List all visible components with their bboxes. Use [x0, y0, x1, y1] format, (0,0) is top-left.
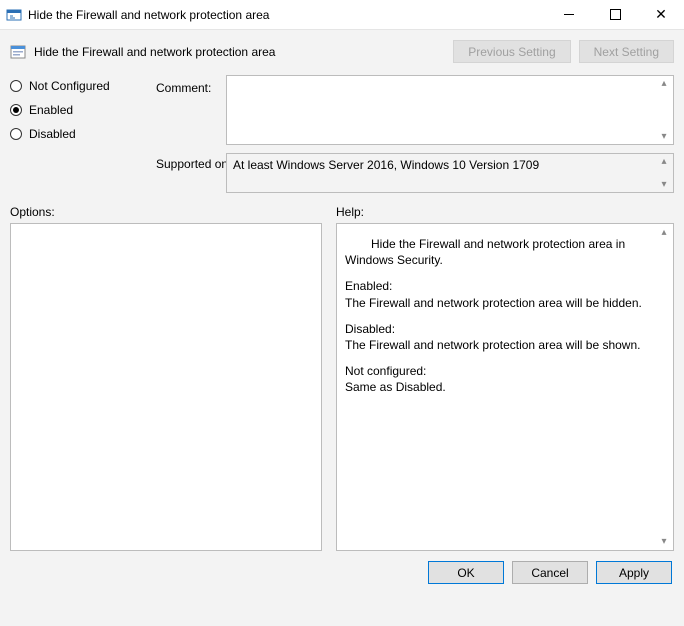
supported-on-box: At least Windows Server 2016, Windows 10…: [226, 153, 674, 193]
comment-input[interactable]: ▴ ▾: [226, 75, 674, 145]
previous-setting-button[interactable]: Previous Setting: [453, 40, 570, 63]
supported-label: Supported on:: [156, 145, 226, 193]
radio-label: Not Configured: [29, 79, 110, 93]
scroll-down-icon[interactable]: ▾: [657, 535, 671, 549]
comment-label: Comment:: [156, 75, 226, 145]
help-notconfigured-heading: Not configured:: [345, 364, 426, 378]
cancel-button[interactable]: Cancel: [512, 561, 588, 584]
options-panel: [10, 223, 322, 551]
help-intro: Hide the Firewall and network protection…: [345, 236, 651, 268]
radio-disabled[interactable]: Disabled: [10, 127, 156, 141]
scroll-down-icon[interactable]: ▾: [657, 179, 671, 190]
scroll-up-icon[interactable]: ▴: [657, 78, 671, 89]
radio-label: Enabled: [29, 103, 73, 117]
window-title: Hide the Firewall and network protection…: [28, 8, 269, 22]
state-radio-group: Not Configured Enabled Disabled: [10, 75, 156, 193]
title-bar: Hide the Firewall and network protection…: [0, 0, 684, 30]
help-notconfigured-text: Same as Disabled.: [345, 380, 446, 394]
dialog-footer: OK Cancel Apply: [0, 551, 684, 594]
supported-on-text: At least Windows Server 2016, Windows 10…: [233, 158, 539, 172]
radio-not-configured[interactable]: Not Configured: [10, 79, 156, 93]
radio-icon: [10, 104, 22, 116]
policy-icon: [10, 44, 26, 60]
help-disabled-heading: Disabled:: [345, 322, 395, 336]
radio-icon: [10, 128, 22, 140]
maximize-button[interactable]: [592, 0, 638, 30]
options-label: Options:: [10, 205, 336, 219]
close-button[interactable]: ✕: [638, 0, 684, 30]
sub-header: Hide the Firewall and network protection…: [0, 30, 684, 71]
help-panel: Hide the Firewall and network protection…: [336, 223, 674, 551]
minimize-button[interactable]: [546, 0, 592, 30]
next-setting-button[interactable]: Next Setting: [579, 40, 674, 63]
radio-enabled[interactable]: Enabled: [10, 103, 156, 117]
ok-button[interactable]: OK: [428, 561, 504, 584]
scroll-up-icon[interactable]: ▴: [657, 226, 671, 240]
help-enabled-heading: Enabled:: [345, 279, 392, 293]
panels-row: Hide the Firewall and network protection…: [0, 223, 684, 551]
radio-label: Disabled: [29, 127, 76, 141]
help-label: Help:: [336, 205, 674, 219]
config-area: Not Configured Enabled Disabled Comment:…: [0, 71, 684, 205]
app-icon: [6, 7, 22, 23]
panel-labels: Options: Help:: [0, 205, 684, 223]
policy-title: Hide the Firewall and network protection…: [34, 45, 275, 59]
radio-icon: [10, 80, 22, 92]
help-disabled-text: The Firewall and network protection area…: [345, 338, 640, 352]
apply-button[interactable]: Apply: [596, 561, 672, 584]
scroll-up-icon[interactable]: ▴: [657, 156, 671, 167]
scroll-down-icon[interactable]: ▾: [657, 131, 671, 142]
help-enabled-text: The Firewall and network protection area…: [345, 296, 642, 310]
